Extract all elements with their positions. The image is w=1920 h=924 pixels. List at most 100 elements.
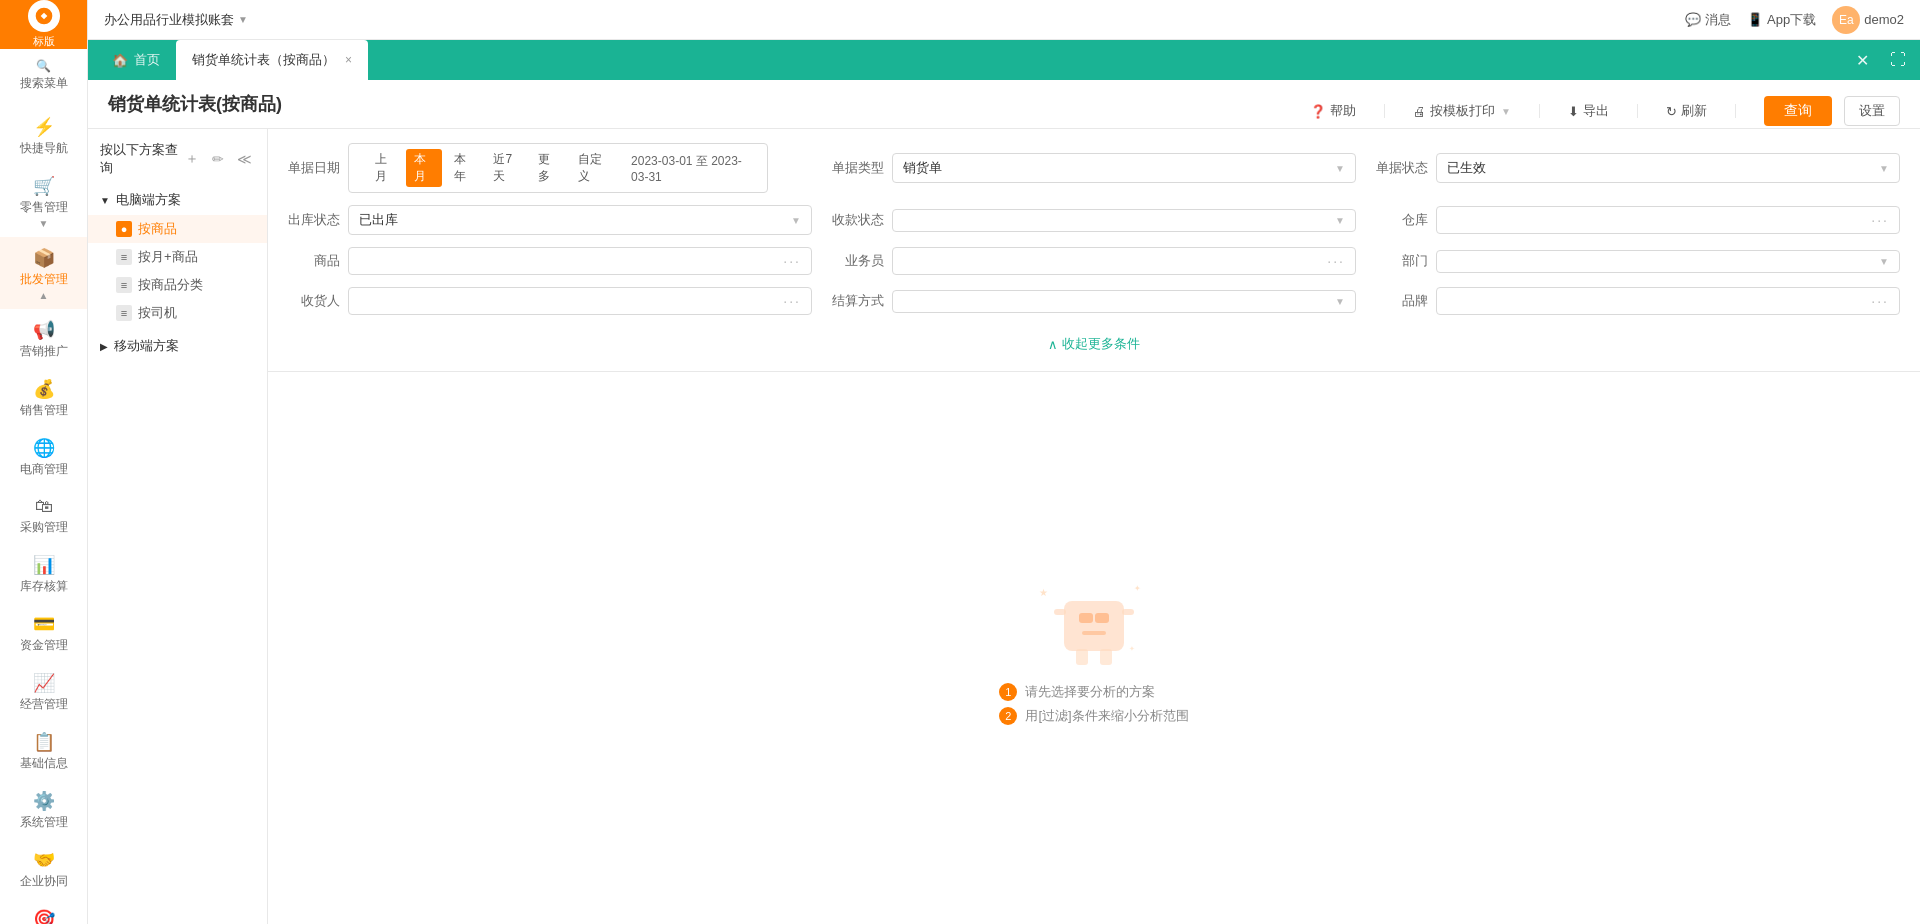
export-button[interactable]: ⬇ 导出: [1568, 102, 1609, 120]
page-header: 销货单统计表(按商品) ❓ 帮助 🖨 按模板打印 ▼ ⬇ 导出: [88, 80, 1920, 129]
sidebar-item-purchase[interactable]: 🛍 采购管理: [0, 486, 87, 544]
sidebar-item-enterprise[interactable]: 🤝 企业协同: [0, 839, 87, 898]
date-custom-button[interactable]: 自定义: [570, 149, 615, 187]
tree-node-desktop[interactable]: ▼ 电脑端方案: [88, 185, 267, 215]
date-last-month-button[interactable]: 上月: [367, 149, 402, 187]
tree-item-by-category[interactable]: ≡ 按商品分类: [88, 271, 267, 299]
warehouse-label: 仓库: [1376, 211, 1436, 229]
sidebar-item-finance[interactable]: 💳 资金管理: [0, 603, 87, 662]
product-input[interactable]: ···: [348, 247, 812, 275]
system-label: 系统管理: [20, 814, 68, 831]
warehouse-input[interactable]: ···: [1436, 206, 1900, 234]
operations-icon: 📈: [33, 672, 55, 694]
date-last7-button[interactable]: 近7天: [485, 149, 526, 187]
tree-item-by-product[interactable]: ● 按商品: [88, 215, 267, 243]
industry-dropdown-icon: ▼: [238, 14, 248, 25]
doc-status-value: 已生效: [1447, 159, 1486, 177]
sidebar-item-ecommerce[interactable]: 🌐 电商管理: [0, 427, 87, 486]
sidebar: 标版 🔍 搜索菜单 ⚡ 快捷导航 🛒 零售管理 ▼ 📦 批发管理 ▲ 📢 营销推…: [0, 0, 88, 924]
tree-item-by-cashier[interactable]: ≡ 按司机: [88, 299, 267, 327]
finance-icon: 💳: [33, 613, 55, 635]
message-button[interactable]: 💬 消息: [1685, 11, 1731, 29]
sidebar-search-item[interactable]: 🔍 搜索菜单: [0, 49, 87, 98]
department-dropdown-icon: ▼: [1879, 256, 1889, 267]
sidebar-item-sales[interactable]: 💰 销售管理: [0, 368, 87, 427]
industry-selector[interactable]: 办公用品行业模拟账套 ▼: [104, 11, 248, 29]
sidebar-item-retail[interactable]: 🛒 零售管理 ▼: [0, 165, 87, 237]
tree-item-by-month-product[interactable]: ≡ 按月+商品: [88, 243, 267, 271]
refresh-button[interactable]: ↻ 刷新: [1666, 102, 1707, 120]
department-input[interactable]: ▼: [1436, 250, 1900, 273]
logo-label: 标版: [33, 34, 55, 49]
sidebar-item-basic-info[interactable]: 📋 基础信息: [0, 721, 87, 780]
filter-field-settlement: 结算方式 ▼: [832, 290, 1356, 313]
help-label: 帮助: [1330, 102, 1356, 120]
print-button[interactable]: 🖨 按模板打印 ▼: [1413, 102, 1511, 120]
payment-status-input[interactable]: ▼: [892, 209, 1356, 232]
settlement-input[interactable]: ▼: [892, 290, 1356, 313]
brand-input[interactable]: ···: [1436, 287, 1900, 315]
sidebar-item-wholesale[interactable]: 📦 批发管理 ▲: [0, 237, 87, 309]
collapse-more-button[interactable]: ∧ 收起更多条件: [288, 327, 1900, 357]
tree-expand-icon: ▶: [100, 341, 108, 352]
app-download-button[interactable]: 📱 App下载: [1747, 11, 1816, 29]
tab-expand-button[interactable]: ⛶: [1884, 46, 1912, 74]
app-logo: 标版: [0, 0, 88, 49]
sidebar-item-inventory[interactable]: 📊 库存核算: [0, 544, 87, 603]
date-this-month-button[interactable]: 本月: [406, 149, 441, 187]
tree-node-mobile[interactable]: ▶ 移动端方案: [88, 331, 267, 361]
sidebar-item-marketing[interactable]: 📢 营销推广: [0, 309, 87, 368]
date-input[interactable]: 上月 本月 本年 近7天 更多 自定义 2023-03-01 至 2023-03…: [348, 143, 768, 193]
sidebar-item-system[interactable]: ⚙️ 系统管理: [0, 780, 87, 839]
query-button[interactable]: 查询: [1764, 96, 1832, 126]
svg-rect-1: [1064, 601, 1124, 651]
payment-dropdown-icon: ▼: [1335, 215, 1345, 226]
sidebar-item-operations[interactable]: 📈 经营管理: [0, 662, 87, 721]
collapse-label: 收起更多条件: [1062, 335, 1140, 353]
tab-bar: 🏠 首页 销货单统计表（按商品） × ✕ ⛶: [88, 40, 1920, 80]
doc-type-input[interactable]: 销货单 ▼: [892, 153, 1356, 183]
add-scheme-button[interactable]: ＋: [181, 148, 203, 170]
header-left: 办公用品行业模拟账套 ▼: [104, 11, 248, 29]
by-product-label: 按商品: [138, 220, 177, 238]
doc-status-input[interactable]: 已生效 ▼: [1436, 153, 1900, 183]
tab-sales-stats[interactable]: 销货单统计表（按商品） ×: [176, 40, 368, 80]
storage-status-input[interactable]: 已出库 ▼: [348, 205, 812, 235]
guide-icon: 🎯: [33, 908, 55, 924]
svg-text:✦: ✦: [1134, 584, 1141, 593]
enterprise-label: 企业协同: [20, 873, 68, 890]
user-profile[interactable]: Ea demo2: [1832, 6, 1904, 34]
date-more-button[interactable]: 更多: [530, 149, 565, 187]
recipient-dots-icon: ···: [783, 293, 801, 309]
app-download-icon: 📱: [1747, 12, 1763, 27]
divider4: [1735, 104, 1736, 118]
help-button[interactable]: ❓ 帮助: [1310, 102, 1356, 120]
operations-label: 经营管理: [20, 696, 68, 713]
panel-header-actions: ＋ ✏ ≪: [181, 148, 255, 170]
salesperson-input[interactable]: ···: [892, 247, 1356, 275]
date-this-year-button[interactable]: 本年: [446, 149, 481, 187]
recipient-input[interactable]: ···: [348, 287, 812, 315]
salesperson-label: 业务员: [832, 252, 892, 270]
tab-home[interactable]: 🏠 首页: [96, 40, 176, 80]
wholesale-icon: 📦: [33, 247, 55, 269]
storage-status-value: 已出库: [359, 211, 398, 229]
date-label: 单据日期: [288, 159, 348, 177]
warehouse-dots-icon: ···: [1871, 212, 1889, 228]
divider3: [1637, 104, 1638, 118]
refresh-icon: ↻: [1666, 104, 1677, 119]
by-product-icon: ●: [116, 221, 132, 237]
user-name: demo2: [1864, 12, 1904, 27]
sidebar-item-quick-nav[interactable]: ⚡ 快捷导航: [0, 106, 87, 165]
tab-close-button[interactable]: ×: [345, 53, 352, 67]
settings-button[interactable]: 设置: [1844, 96, 1900, 126]
collapse-icon: ∧: [1048, 337, 1058, 352]
empty-state: ★ ✦ ✦ 1 请先选择要分析的方案 2 用[过滤]条件来缩小分析范围: [268, 372, 1920, 924]
tab-close-all-button[interactable]: ✕: [1848, 46, 1876, 74]
empty-illustration: ★ ✦ ✦: [1034, 571, 1154, 671]
collapse-panel-button[interactable]: ≪: [233, 148, 255, 170]
edit-scheme-button[interactable]: ✏: [207, 148, 229, 170]
svg-rect-6: [1122, 609, 1134, 615]
sidebar-item-guide[interactable]: 🎯 新手引导: [0, 898, 87, 924]
tab-sales-stats-label: 销货单统计表（按商品）: [192, 51, 335, 69]
